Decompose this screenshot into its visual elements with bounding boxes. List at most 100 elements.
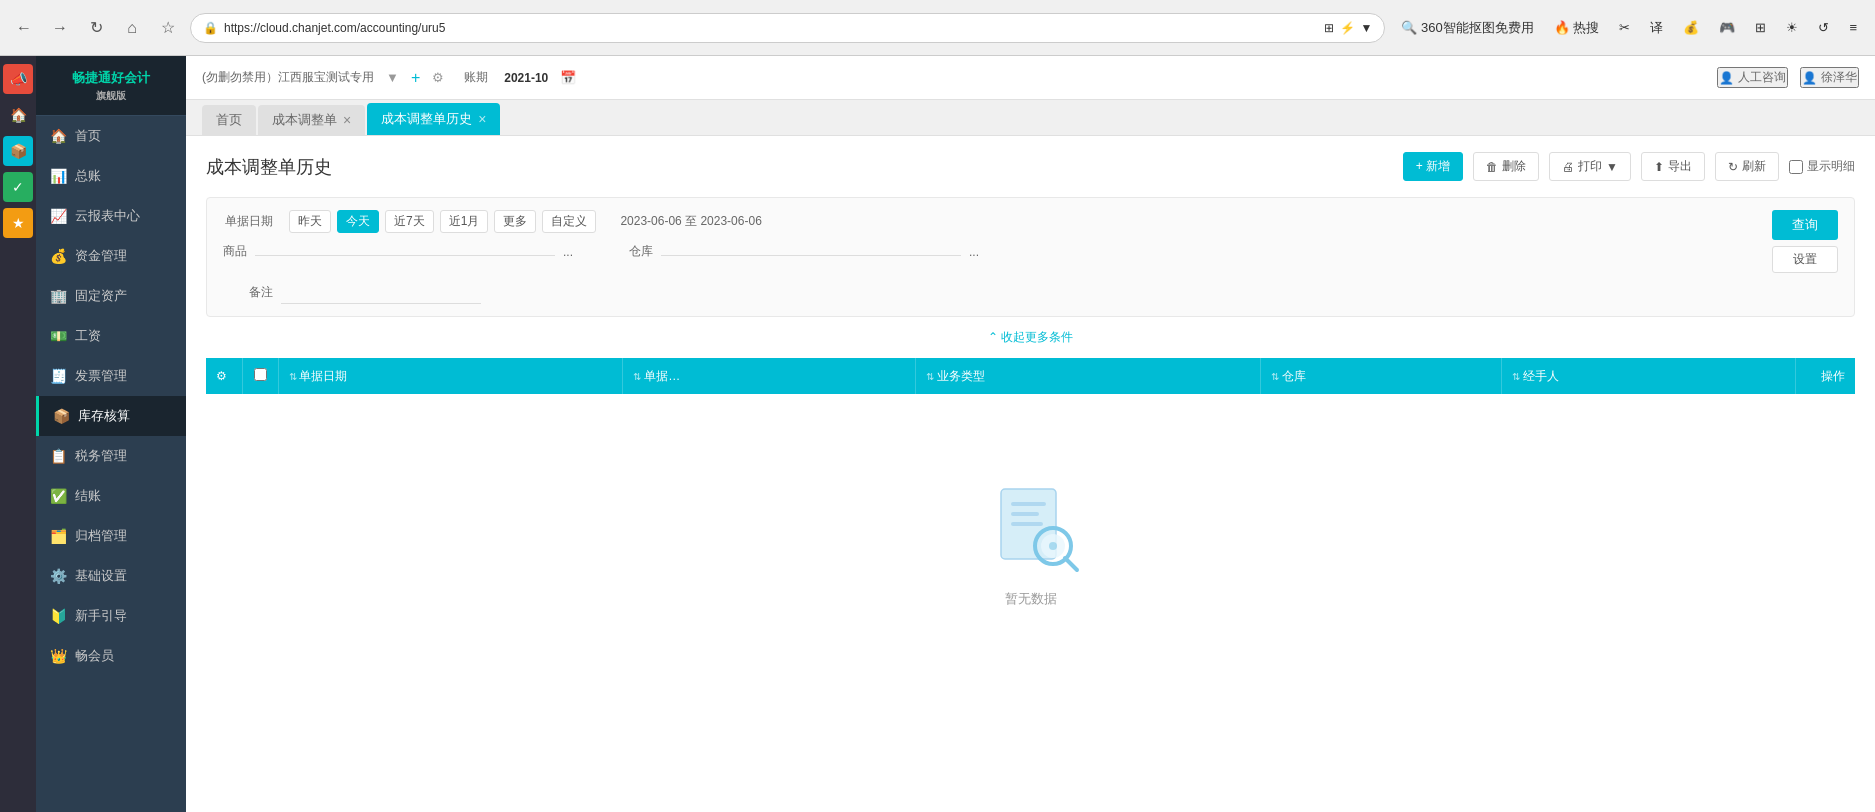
main-content: (勿删勿禁用）江西服宝测试专用 ▼ + ⚙ 账期 2021-10 📅 👤 人工咨… [186, 56, 1875, 812]
user-btn[interactable]: 👤 徐泽华 [1800, 67, 1859, 88]
goods-select[interactable] [255, 247, 555, 256]
customer-service-btn[interactable]: 👤 人工咨询 [1717, 67, 1788, 88]
today-btn[interactable]: 今天 [337, 210, 379, 233]
print-btn[interactable]: 🖨 打印 ▼ [1549, 152, 1631, 181]
sidebar-item-closing[interactable]: ✅ 结账 [36, 476, 186, 516]
icon-bar-star[interactable]: ★ [3, 208, 33, 238]
sidebar-item-inventory[interactable]: 📦 库存核算 [36, 396, 186, 436]
sidebar-item-fixed-assets[interactable]: 🏢 固定资产 [36, 276, 186, 316]
warehouse-col-header[interactable]: ⇅ 仓库 [1261, 358, 1502, 394]
sidebar-item-label: 库存核算 [78, 407, 130, 425]
date-range-display: 2023-06-06 至 2023-06-06 [620, 213, 761, 230]
week-btn[interactable]: 近7天 [385, 210, 434, 233]
select-all-checkbox[interactable] [254, 368, 267, 381]
gear-col-header[interactable]: ⚙ [206, 358, 242, 394]
browser-chrome: ← → ↻ ⌂ ☆ 🔒 https://cloud.chanjet.com/ac… [0, 0, 1875, 56]
wallet-btn[interactable]: 💰 [1675, 16, 1707, 39]
search-tool-btn[interactable]: 🔍 360智能抠图免费用 [1393, 15, 1541, 41]
tab-cost-adjust[interactable]: 成本调整单 × [258, 105, 365, 135]
delete-btn[interactable]: 🗑 删除 [1473, 152, 1539, 181]
icon-bar-home[interactable]: 🏠 [3, 100, 33, 130]
tab-cost-adjust-history-close[interactable]: × [478, 111, 486, 127]
more-btn[interactable]: 更多 [494, 210, 536, 233]
tab-cost-adjust-history[interactable]: 成本调整单历史 × [367, 103, 500, 135]
icon-bar-inventory[interactable]: 📦 [3, 136, 33, 166]
sidebar-item-home[interactable]: 🏠 首页 [36, 116, 186, 156]
no-data-text: 暂无数据 [1005, 590, 1057, 608]
grid-btn[interactable]: ⊞ [1747, 16, 1774, 39]
collapse-conditions-btn[interactable]: ⌃ 收起更多条件 [206, 329, 1855, 346]
home-button[interactable]: ⌂ [118, 14, 146, 42]
icon-bar-check[interactable]: ✓ [3, 172, 33, 202]
sidebar-item-label: 发票管理 [75, 367, 127, 385]
game-btn[interactable]: 🎮 [1711, 16, 1743, 39]
sidebar-item-member[interactable]: 👑 畅会员 [36, 636, 186, 676]
sidebar-item-label: 首页 [75, 127, 101, 145]
lock-icon: 🔒 [203, 21, 218, 35]
tab-cost-adjust-close[interactable]: × [343, 112, 351, 128]
show-cols-checkbox[interactable] [1789, 160, 1803, 174]
filter-settings-btn[interactable]: 设置 [1772, 246, 1838, 273]
new-btn[interactable]: + 新增 [1403, 152, 1463, 181]
check-col-header[interactable] [242, 358, 278, 394]
translate-btn[interactable]: 译 [1642, 15, 1671, 41]
browser-tools: 🔍 360智能抠图免费用 🔥 热搜 ✂ 译 💰 🎮 ⊞ ☀ ↺ ≡ [1393, 15, 1865, 41]
menu-btn[interactable]: ≡ [1841, 16, 1865, 39]
date-col-header[interactable]: ⇅ 单据日期 [278, 358, 623, 394]
brightness-btn[interactable]: ☀ [1778, 16, 1806, 39]
query-btn[interactable]: 查询 [1772, 210, 1838, 240]
handler-col-header[interactable]: ⇅ 经手人 [1502, 358, 1795, 394]
scissors-btn[interactable]: ✂ [1611, 16, 1638, 39]
sidebar-item-label: 资金管理 [75, 247, 127, 265]
app-container: 📣 🏠 📦 ✓ ★ 畅捷通好会计 旗舰版 🏠 首页 📊 总账 📈 云报表中心 [0, 56, 1875, 812]
user-avatar-icon: 👤 [1802, 71, 1817, 85]
sidebar-item-basic-settings[interactable]: ⚙️ 基础设置 [36, 556, 186, 596]
goods-more-btn[interactable]: ... [563, 245, 573, 259]
sidebar-item-payroll[interactable]: 💵 工资 [36, 316, 186, 356]
sidebar-item-funds[interactable]: 💰 资金管理 [36, 236, 186, 276]
back-button[interactable]: ← [10, 14, 38, 42]
sidebar-item-reports[interactable]: 📈 云报表中心 [36, 196, 186, 236]
sidebar-menu: 🏠 首页 📊 总账 📈 云报表中心 💰 资金管理 🏢 固定资产 💵 工资 [36, 116, 186, 812]
remark-input[interactable] [281, 281, 481, 304]
svg-rect-3 [1011, 522, 1043, 526]
date-sort-icon: ⇅ [289, 371, 300, 382]
lightning-icon: ⚡ [1340, 21, 1355, 35]
icon-bar-notifications[interactable]: 📣 [3, 64, 33, 94]
number-col-header[interactable]: ⇅ 单据… [623, 358, 916, 394]
custom-btn[interactable]: 自定义 [542, 210, 596, 233]
handler-sort-icon: ⇅ [1512, 371, 1523, 382]
calendar-icon[interactable]: 📅 [560, 70, 576, 85]
hot-search-btn[interactable]: 🔥 热搜 [1546, 15, 1608, 41]
biztype-col-header[interactable]: ⇅ 业务类型 [916, 358, 1261, 394]
home-icon: 🏠 [50, 128, 67, 144]
sidebar-item-archive[interactable]: 🗂️ 归档管理 [36, 516, 186, 556]
invoice-icon: 🧾 [50, 368, 67, 384]
undo-btn[interactable]: ↺ [1810, 16, 1837, 39]
export-btn[interactable]: ⬆ 导出 [1641, 152, 1705, 181]
closing-icon: ✅ [50, 488, 67, 504]
show-cols-label[interactable]: 显示明细 [1789, 158, 1855, 175]
number-sort-icon: ⇅ [633, 371, 644, 382]
month-btn[interactable]: 近1月 [440, 210, 489, 233]
reload-button[interactable]: ↻ [82, 14, 110, 42]
tab-home[interactable]: 首页 [202, 105, 256, 135]
dropdown-arrow[interactable]: ▼ [386, 70, 399, 85]
sidebar-item-tax[interactable]: 📋 税务管理 [36, 436, 186, 476]
settings-icon[interactable]: ⚙ [432, 70, 444, 85]
add-company-btn[interactable]: + [411, 69, 420, 87]
warehouse-more-btn[interactable]: ... [969, 245, 979, 259]
sidebar-item-ledger[interactable]: 📊 总账 [36, 156, 186, 196]
warehouse-select[interactable] [661, 247, 961, 256]
inventory-icon: 📦 [53, 408, 70, 424]
page-actions: + 新增 🗑 删除 🖨 打印 ▼ ⬆ 导出 ↻ [1403, 152, 1855, 181]
sidebar: 畅捷通好会计 旗舰版 🏠 首页 📊 总账 📈 云报表中心 💰 资金管理 🏢 [36, 56, 186, 812]
address-bar[interactable]: 🔒 https://cloud.chanjet.com/accounting/u… [190, 13, 1385, 43]
refresh-btn[interactable]: ↻ 刷新 [1715, 152, 1779, 181]
yesterday-btn[interactable]: 昨天 [289, 210, 331, 233]
sidebar-item-invoice[interactable]: 🧾 发票管理 [36, 356, 186, 396]
forward-button[interactable]: → [46, 14, 74, 42]
bookmark-button[interactable]: ☆ [154, 14, 182, 42]
sidebar-item-new-guide[interactable]: 🔰 新手引导 [36, 596, 186, 636]
logo-name: 畅捷通好会计 [72, 69, 150, 87]
